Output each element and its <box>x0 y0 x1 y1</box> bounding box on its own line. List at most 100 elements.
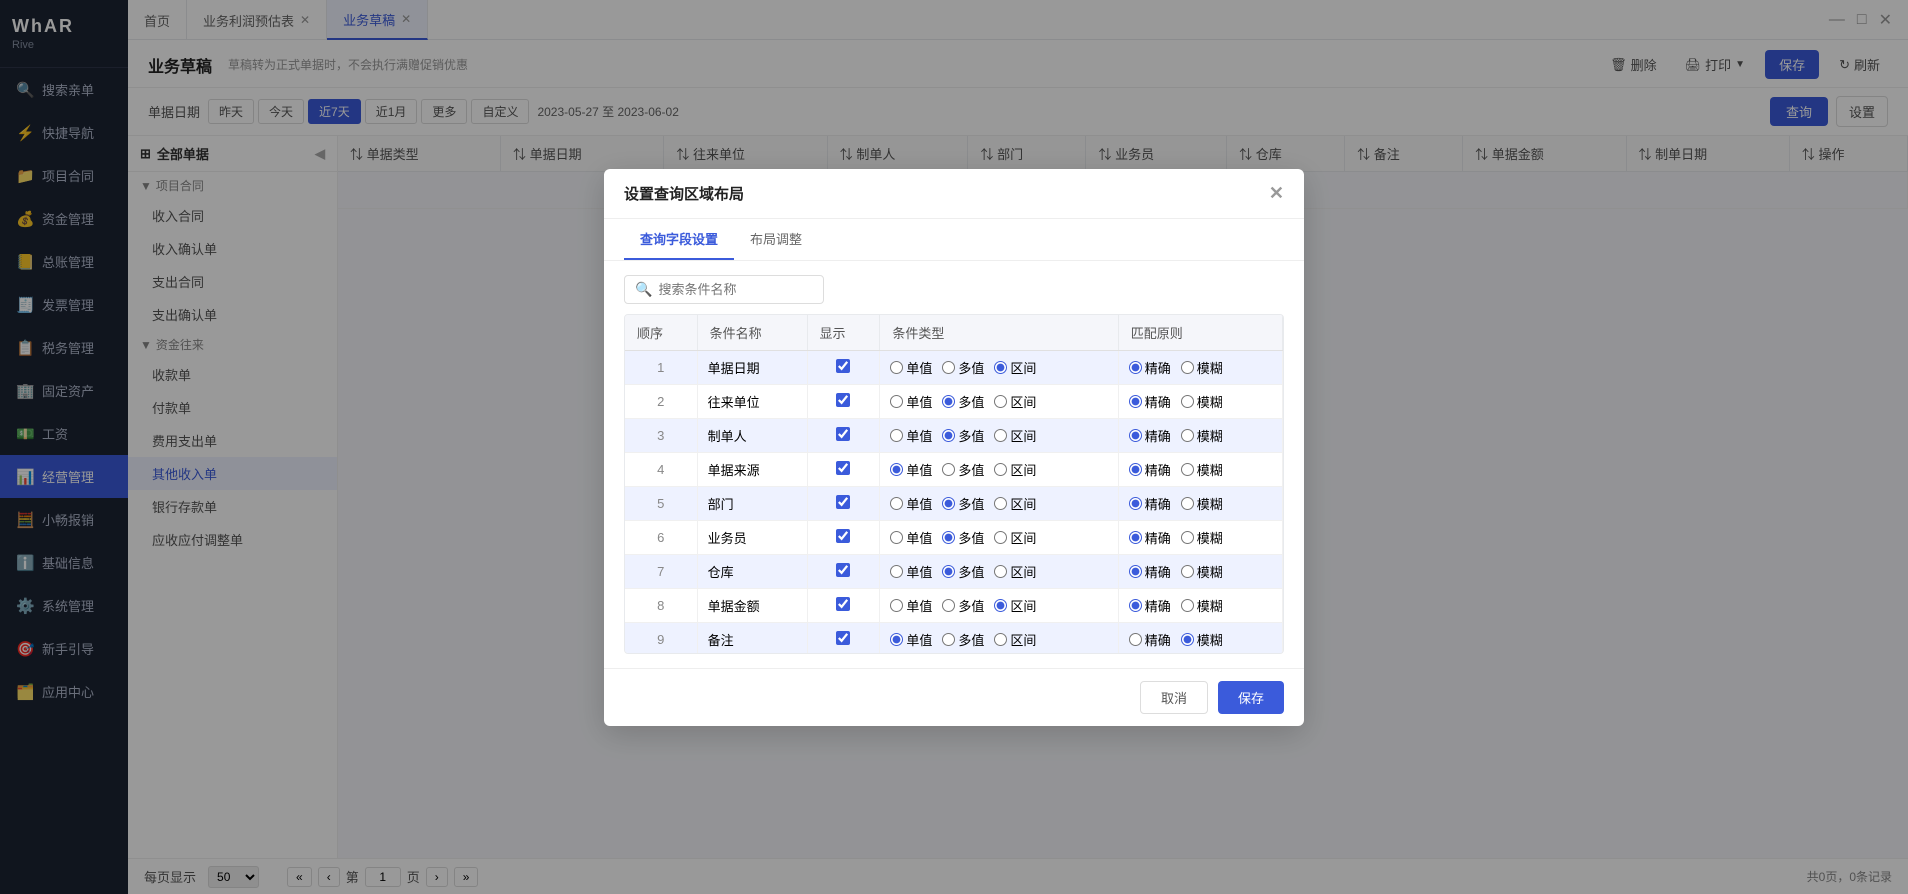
match-option-5-1[interactable]: 模糊 <box>1181 528 1223 547</box>
row-type-0: 单值多值区间 <box>880 350 1118 384</box>
type-option-4-1[interactable]: 多值 <box>942 494 984 513</box>
settings-modal: 设置查询区域布局 ✕ 查询字段设置 布局调整 🔍 顺序条件名称显示条件类型匹配原… <box>604 169 1304 726</box>
match-option-0-1[interactable]: 模糊 <box>1181 358 1223 377</box>
row-match-4: 精确模糊 <box>1118 486 1282 520</box>
row-match-5: 精确模糊 <box>1118 520 1282 554</box>
modal-tabs: 查询字段设置 布局调整 <box>604 219 1304 261</box>
match-option-8-0[interactable]: 精确 <box>1129 630 1171 649</box>
row-name-2: 制单人 <box>697 418 807 452</box>
show-checkbox-4[interactable] <box>836 495 850 509</box>
row-match-3: 精确模糊 <box>1118 452 1282 486</box>
row-show-5[interactable] <box>807 520 880 554</box>
match-option-2-1[interactable]: 模糊 <box>1181 426 1223 445</box>
show-checkbox-0[interactable] <box>836 359 850 373</box>
type-option-8-1[interactable]: 多值 <box>942 630 984 649</box>
modal-col-匹配原则: 匹配原则 <box>1118 315 1282 351</box>
show-checkbox-1[interactable] <box>836 393 850 407</box>
type-option-3-1[interactable]: 多值 <box>942 460 984 479</box>
type-option-5-1[interactable]: 多值 <box>942 528 984 547</box>
show-checkbox-3[interactable] <box>836 461 850 475</box>
tab-layout-adjust[interactable]: 布局调整 <box>734 219 818 260</box>
modal-title: 设置查询区域布局 <box>624 183 744 204</box>
row-name-4: 部门 <box>697 486 807 520</box>
type-option-2-0[interactable]: 单值 <box>890 426 932 445</box>
modal-footer: 取消 保存 <box>604 668 1304 726</box>
type-option-1-1[interactable]: 多值 <box>942 392 984 411</box>
row-show-7[interactable] <box>807 588 880 622</box>
type-option-1-0[interactable]: 单值 <box>890 392 932 411</box>
show-checkbox-2[interactable] <box>836 427 850 441</box>
row-name-0: 单据日期 <box>697 350 807 384</box>
row-order-5: 6 <box>625 520 697 554</box>
type-option-2-2[interactable]: 区间 <box>994 426 1036 445</box>
show-checkbox-7[interactable] <box>836 597 850 611</box>
type-option-6-2[interactable]: 区间 <box>994 562 1036 581</box>
table-row: 9备注单值多值区间精确模糊 <box>625 622 1283 654</box>
type-option-5-2[interactable]: 区间 <box>994 528 1036 547</box>
row-match-2: 精确模糊 <box>1118 418 1282 452</box>
row-order-2: 3 <box>625 418 697 452</box>
type-option-8-2[interactable]: 区间 <box>994 630 1036 649</box>
modal-overlay: 设置查询区域布局 ✕ 查询字段设置 布局调整 🔍 顺序条件名称显示条件类型匹配原… <box>0 0 1908 894</box>
type-option-0-2[interactable]: 区间 <box>994 358 1036 377</box>
type-option-4-2[interactable]: 区间 <box>994 494 1036 513</box>
match-option-4-0[interactable]: 精确 <box>1129 494 1171 513</box>
type-option-6-1[interactable]: 多值 <box>942 562 984 581</box>
row-type-3: 单值多值区间 <box>880 452 1118 486</box>
type-option-1-2[interactable]: 区间 <box>994 392 1036 411</box>
match-option-7-1[interactable]: 模糊 <box>1181 596 1223 615</box>
type-option-7-2[interactable]: 区间 <box>994 596 1036 615</box>
modal-header: 设置查询区域布局 ✕ <box>604 169 1304 219</box>
match-option-6-1[interactable]: 模糊 <box>1181 562 1223 581</box>
match-option-3-0[interactable]: 精确 <box>1129 460 1171 479</box>
show-checkbox-6[interactable] <box>836 563 850 577</box>
match-option-8-1[interactable]: 模糊 <box>1181 630 1223 649</box>
type-option-0-1[interactable]: 多值 <box>942 358 984 377</box>
row-show-4[interactable] <box>807 486 880 520</box>
row-show-0[interactable] <box>807 350 880 384</box>
row-show-6[interactable] <box>807 554 880 588</box>
match-option-4-1[interactable]: 模糊 <box>1181 494 1223 513</box>
match-option-5-0[interactable]: 精确 <box>1129 528 1171 547</box>
match-option-1-1[interactable]: 模糊 <box>1181 392 1223 411</box>
table-row: 4单据来源单值多值区间精确模糊 <box>625 452 1283 486</box>
row-order-4: 5 <box>625 486 697 520</box>
type-option-3-2[interactable]: 区间 <box>994 460 1036 479</box>
row-match-8: 精确模糊 <box>1118 622 1282 654</box>
match-option-0-0[interactable]: 精确 <box>1129 358 1171 377</box>
row-show-8[interactable] <box>807 622 880 654</box>
row-name-3: 单据来源 <box>697 452 807 486</box>
match-option-1-0[interactable]: 精确 <box>1129 392 1171 411</box>
type-option-7-0[interactable]: 单值 <box>890 596 932 615</box>
cancel-btn[interactable]: 取消 <box>1140 681 1208 714</box>
row-order-7: 8 <box>625 588 697 622</box>
row-name-7: 单据金额 <box>697 588 807 622</box>
row-show-2[interactable] <box>807 418 880 452</box>
type-option-8-0[interactable]: 单值 <box>890 630 932 649</box>
type-option-3-0[interactable]: 单值 <box>890 460 932 479</box>
tab-query-fields[interactable]: 查询字段设置 <box>624 219 734 260</box>
modal-close-btn[interactable]: ✕ <box>1269 183 1284 204</box>
show-checkbox-5[interactable] <box>836 529 850 543</box>
type-option-5-0[interactable]: 单值 <box>890 528 932 547</box>
row-show-3[interactable] <box>807 452 880 486</box>
type-option-0-0[interactable]: 单值 <box>890 358 932 377</box>
match-option-6-0[interactable]: 精确 <box>1129 562 1171 581</box>
row-order-1: 2 <box>625 384 697 418</box>
type-option-4-0[interactable]: 单值 <box>890 494 932 513</box>
show-checkbox-8[interactable] <box>836 631 850 645</box>
row-type-5: 单值多值区间 <box>880 520 1118 554</box>
row-match-0: 精确模糊 <box>1118 350 1282 384</box>
confirm-btn[interactable]: 保存 <box>1218 681 1284 714</box>
match-option-2-0[interactable]: 精确 <box>1129 426 1171 445</box>
modal-col-顺序: 顺序 <box>625 315 697 351</box>
type-option-7-1[interactable]: 多值 <box>942 596 984 615</box>
type-option-2-1[interactable]: 多值 <box>942 426 984 445</box>
type-option-6-0[interactable]: 单值 <box>890 562 932 581</box>
modal-body: 🔍 顺序条件名称显示条件类型匹配原则 1单据日期单值多值区间精确模糊2往来单位单… <box>604 261 1304 668</box>
match-option-7-0[interactable]: 精确 <box>1129 596 1171 615</box>
row-show-1[interactable] <box>807 384 880 418</box>
match-option-3-1[interactable]: 模糊 <box>1181 460 1223 479</box>
table-row: 3制单人 单值多值区间 精确模糊 <box>625 418 1283 452</box>
modal-search-input[interactable] <box>658 282 808 297</box>
